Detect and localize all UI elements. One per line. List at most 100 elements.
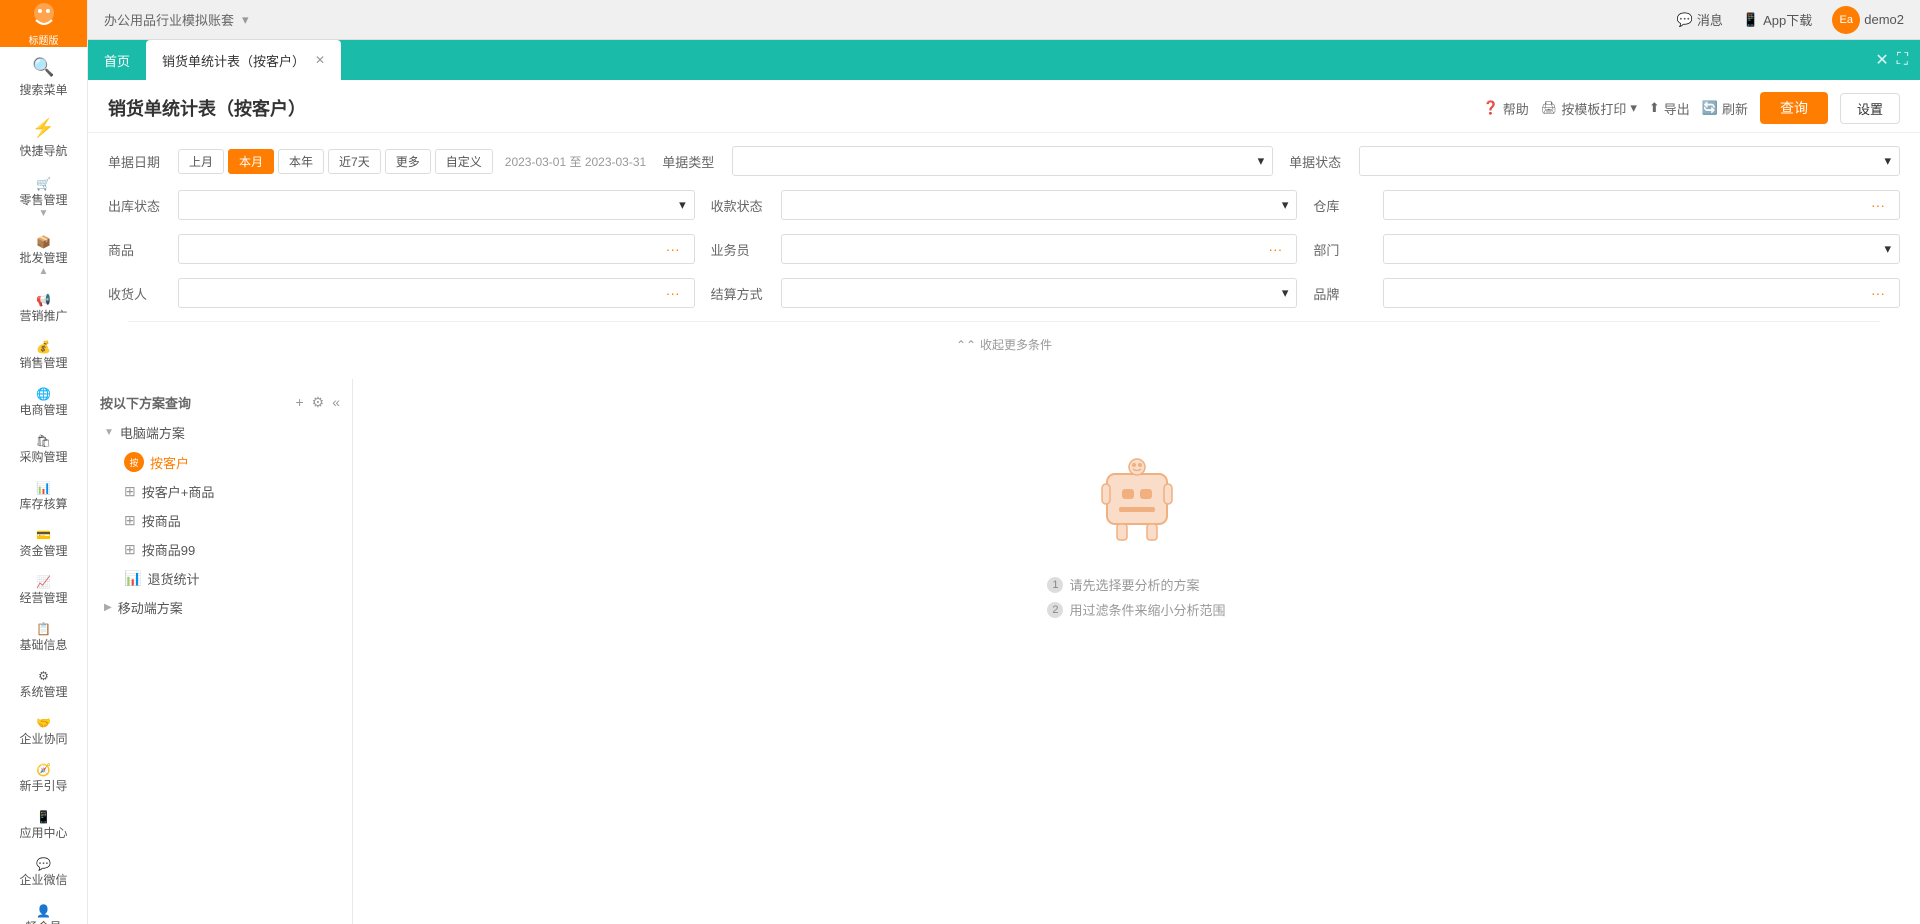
chevron-down-icon: ▾ — [1884, 241, 1891, 257]
filter-row-3: 商品 ··· 业务员 ··· 部门 — [108, 233, 1900, 265]
right-panel: 1 请先选择要分析的方案 2 用过滤条件来缩小分析范围 — [353, 379, 1920, 924]
template-print-btn[interactable]: 🖨 按模板打印 ▾ — [1541, 99, 1637, 118]
date-btn-this-month[interactable]: 本月 — [228, 149, 274, 174]
sidebar-item-search[interactable]: 🔍 搜索菜单 — [0, 47, 88, 108]
sidebar-item-inventory[interactable]: 📊 库存核算 — [0, 473, 88, 520]
system-icon: ⚙ — [38, 669, 49, 683]
chevron-down-icon: ▾ — [1258, 153, 1265, 169]
sidebar-item-appcenter[interactable]: 📱 应用中心 — [0, 802, 88, 849]
sidebar-item-system-label: 系统管理 — [19, 683, 67, 700]
receiver-select[interactable]: ··· — [178, 278, 695, 308]
refresh-btn[interactable]: 🔄 刷新 — [1702, 99, 1748, 118]
payment-status-select[interactable]: ▾ — [781, 190, 1298, 220]
query-button[interactable]: 查询 — [1760, 92, 1828, 124]
sidebar-item-purchase[interactable]: 🛍 采购管理 — [0, 426, 88, 473]
tree-group-pc[interactable]: ▼ 电脑端方案 — [88, 418, 352, 447]
sidebar-item-sales[interactable]: 💰 销售管理 — [0, 332, 88, 379]
settings-scheme-btn[interactable]: ⚙ — [312, 394, 325, 411]
sidebar-item-finance[interactable]: 💳 资金管理 — [0, 520, 88, 567]
template-print-label: 按模板打印 — [1561, 99, 1626, 118]
tab-close-all-btn[interactable]: ✕ — [1875, 50, 1888, 70]
date-label: 单据日期 — [108, 152, 178, 171]
product-select[interactable]: ··· — [178, 234, 695, 264]
date-btn-last-month[interactable]: 上月 — [178, 149, 224, 174]
salesperson-select[interactable]: ··· — [781, 234, 1298, 264]
sidebar-item-coop[interactable]: 🤝 企业协同 — [0, 708, 88, 755]
tree-item-by-customer-product[interactable]: ⊞ 按客户+商品 — [116, 477, 352, 506]
warehouse-select[interactable]: ··· — [1383, 190, 1900, 220]
message-btn[interactable]: 💬 消息 — [1677, 10, 1723, 29]
date-btn-custom[interactable]: 自定义 — [435, 149, 493, 174]
settings-button[interactable]: 设置 — [1840, 93, 1900, 124]
tree-item-by-product[interactable]: ⊞ 按商品 — [116, 506, 352, 535]
doc-status-select[interactable]: ▾ — [1359, 146, 1900, 176]
sidebar-item-operation[interactable]: 📈 经营管理 — [0, 567, 88, 614]
sidebar-item-quicknav[interactable]: ⚡ 快捷导航 — [0, 108, 88, 169]
doc-type-select[interactable]: ▾ — [732, 146, 1273, 176]
coop-icon: 🤝 — [36, 716, 51, 730]
retail-icon: 🛒 — [36, 177, 51, 191]
receiver-dots[interactable]: ··· — [660, 285, 686, 301]
receiver-label: 收货人 — [108, 284, 178, 303]
logo-icon — [26, 0, 62, 30]
tabbar: 首页 销货单统计表（按客户） ✕ ✕ ⛶ — [88, 40, 1920, 80]
dropdown-icon[interactable]: ▾ — [242, 12, 249, 28]
salesperson-dots[interactable]: ··· — [1262, 241, 1288, 257]
sidebar-item-system[interactable]: ⚙ 系统管理 — [0, 661, 88, 708]
date-btn-more[interactable]: 更多 — [385, 149, 431, 174]
brand-label: 品牌 — [1313, 284, 1383, 303]
marketing-icon: 📢 — [36, 293, 51, 307]
user-area[interactable]: Ea demo2 — [1832, 6, 1904, 34]
collapse-panel-btn[interactable]: « — [332, 394, 340, 411]
app-download-btn[interactable]: 📱 App下载 — [1743, 10, 1812, 29]
tab-sales-report[interactable]: 销货单统计表（按客户） ✕ — [146, 40, 341, 80]
sidebar-item-member[interactable]: 👤 畅会员 — [0, 896, 88, 924]
chevron-down-icon: ▼ — [39, 208, 49, 219]
product-dots[interactable]: ··· — [660, 241, 686, 257]
tree-item-by-product-label: 按商品 — [142, 511, 181, 530]
out-status-select[interactable]: ▾ — [178, 190, 695, 220]
chevron-down-icon: ▾ — [1282, 285, 1289, 301]
tab-close-icon[interactable]: ✕ — [315, 53, 325, 67]
department-select[interactable]: ▾ — [1383, 234, 1900, 264]
tree-item-by-product99[interactable]: ⊞ 按商品99 — [116, 535, 352, 564]
tree-item-by-customer[interactable]: 按 按客户 — [116, 447, 352, 477]
sidebar-item-basicinfo-label: 基础信息 — [19, 636, 67, 653]
sidebar-item-marketing[interactable]: 📢 营销推广 — [0, 285, 88, 332]
sidebar-item-ecommerce[interactable]: 🌐 电商管理 — [0, 379, 88, 426]
date-btn-this-year[interactable]: 本年 — [278, 149, 324, 174]
department-cell: 部门 ▾ — [1313, 233, 1900, 265]
brand-dots[interactable]: ··· — [1865, 285, 1891, 301]
date-buttons-group: 上月 本月 本年 近7天 更多 自定义 2023-03-01 至 2023-03… — [178, 149, 646, 174]
tree-item-return-stats[interactable]: 📊 退货统计 — [116, 564, 352, 593]
sidebar-item-wechat[interactable]: 💬 企业微信 — [0, 849, 88, 896]
tab-home[interactable]: 首页 — [88, 40, 146, 80]
sidebar-item-retail-label: 零售管理 — [19, 191, 67, 208]
tab-fullscreen-btn[interactable]: ⛶ — [1897, 51, 1908, 69]
sidebar-item-inventory-label: 库存核算 — [19, 495, 67, 512]
date-btn-7days[interactable]: 近7天 — [328, 149, 381, 174]
filter-row-1: 单据日期 上月 本月 本年 近7天 更多 自定义 2023-03-01 至 20… — [108, 145, 1900, 177]
sidebar-item-retail[interactable]: 🛒 零售管理 ▼ — [0, 169, 88, 227]
help-btn[interactable]: ❓ 帮助 — [1483, 99, 1529, 118]
add-scheme-btn[interactable]: + — [295, 394, 303, 411]
sidebar-item-guide[interactable]: 🧭 新手引导 — [0, 755, 88, 802]
sidebar-item-operation-label: 经营管理 — [19, 589, 67, 606]
doc-status-label: 单据状态 — [1289, 152, 1359, 171]
out-status-label: 出库状态 — [108, 196, 178, 215]
collapse-button[interactable]: ⌃⌃ 收起更多条件 — [940, 330, 1068, 359]
chevron-up-icon: ▲ — [39, 266, 49, 277]
print-dropdown-icon: ▾ — [1630, 100, 1637, 116]
sidebar-item-wholesale[interactable]: 📦 批发管理 ▲ — [0, 227, 88, 285]
brand-select[interactable]: ··· — [1383, 278, 1900, 308]
payment-method-select[interactable]: ▾ — [781, 278, 1298, 308]
sidebar-item-purchase-label: 采购管理 — [19, 448, 67, 465]
sidebar-item-basicinfo[interactable]: 📋 基础信息 — [0, 614, 88, 661]
grid3-icon: ⊞ — [124, 541, 136, 558]
tree-item-by-customer-product-label: 按客户+商品 — [142, 482, 215, 501]
warehouse-dots[interactable]: ··· — [1865, 197, 1891, 213]
tree-group-mobile[interactable]: ▶ 移动端方案 — [88, 593, 352, 622]
sidebar-item-appcenter-label: 应用中心 — [19, 824, 67, 841]
export-btn[interactable]: ⬆ 导出 — [1649, 99, 1690, 118]
tree-children-pc: 按 按客户 ⊞ 按客户+商品 ⊞ 按商品 — [88, 447, 352, 593]
